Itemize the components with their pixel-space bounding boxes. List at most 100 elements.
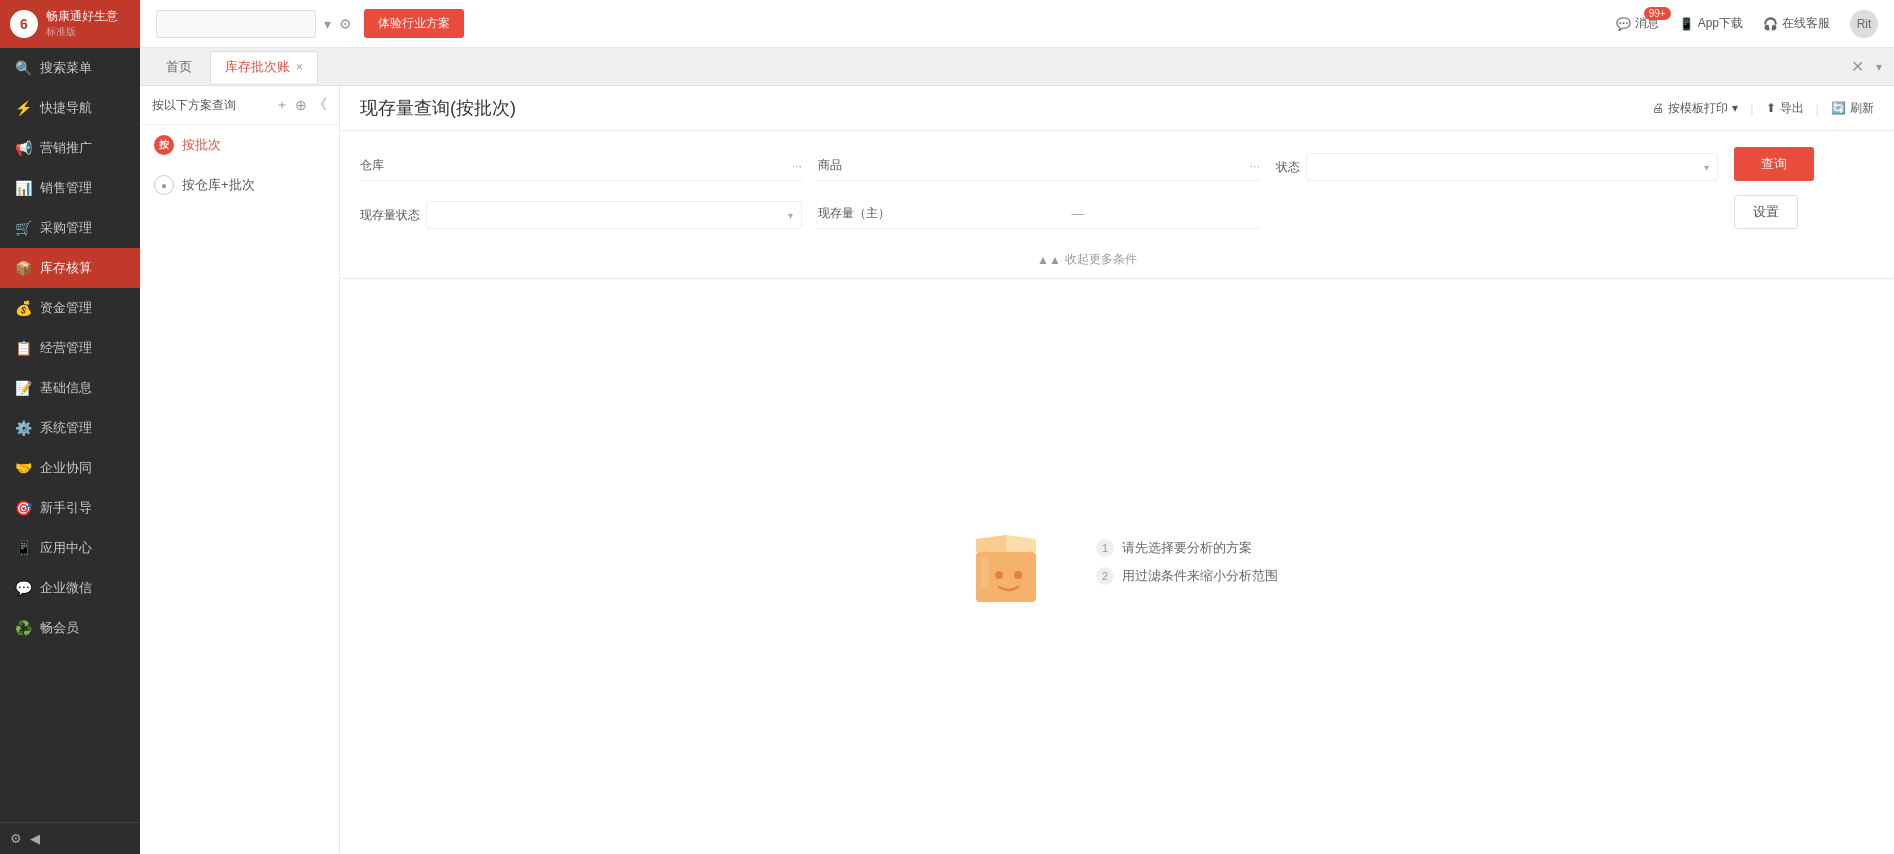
messages-icon: 💬 xyxy=(1616,17,1631,31)
sidebar-item-label: 新手引导 xyxy=(40,499,92,517)
user-avatar: Rit xyxy=(1850,10,1878,38)
sidebar-item-label: 畅会员 xyxy=(40,619,79,637)
sidebar-item-label: 经营管理 xyxy=(40,339,92,357)
tabbar: 首页 库存批次账 × ✕ ▾ xyxy=(140,48,1894,86)
tab-close-icon[interactable]: × xyxy=(296,60,303,74)
sidebar-item-system[interactable]: ⚙️ 系统管理 xyxy=(0,408,140,448)
app-logo: 6 xyxy=(10,10,38,38)
purchase-icon: 🛒 xyxy=(14,220,32,236)
sidebar-item-wechat[interactable]: 💬 企业微信 xyxy=(0,568,140,608)
page-title: 现存量查询(按批次) xyxy=(360,96,516,120)
tab-inventory-batch[interactable]: 库存批次账 × xyxy=(210,51,318,83)
vip-icon: ♻️ xyxy=(14,620,32,636)
sidebar-item-label: 应用中心 xyxy=(40,539,92,557)
empty-box-svg xyxy=(961,517,1061,617)
sidebar-item-purchase[interactable]: 🛒 采购管理 xyxy=(0,208,140,248)
app-download-button[interactable]: 📱 App下载 xyxy=(1679,15,1743,32)
export-button[interactable]: ⬆ 导出 xyxy=(1766,100,1804,117)
tip-number-2: 2 xyxy=(1096,567,1114,585)
page-content-area: 按以下方案查询 ＋ ⊕ 《 按 按批次 ● 按仓库+批次 现存量查询(按批次) xyxy=(140,86,1894,854)
sidebar-item-newbie[interactable]: 🎯 新手引导 xyxy=(0,488,140,528)
tab-panel-close-icon[interactable]: ✕ xyxy=(1851,57,1864,76)
basic-icon: 📝 xyxy=(14,380,32,396)
warehouse-filter-input[interactable] xyxy=(390,159,786,173)
topbar-dropdown-icon[interactable]: ▾ xyxy=(324,16,331,32)
status-select-arrow-icon: ▾ xyxy=(1704,162,1709,173)
inventory-qty-from-input[interactable] xyxy=(896,207,1066,221)
action-divider-1: | xyxy=(1750,101,1753,116)
print-dropdown-icon[interactable]: ▾ xyxy=(1732,101,1738,115)
collapse-label: 收起更多条件 xyxy=(1065,251,1137,268)
scheme-item-batch[interactable]: 按 按批次 xyxy=(140,125,339,165)
sidebar-item-enterprise[interactable]: 🤝 企业协同 xyxy=(0,448,140,488)
sidebar-item-vip[interactable]: ♻️ 畅会员 xyxy=(0,608,140,648)
print-template-button[interactable]: 🖨 按模板打印 ▾ xyxy=(1652,100,1738,117)
topbar-search-input[interactable] xyxy=(156,10,316,38)
search-menu-icon: 🔍 xyxy=(14,60,32,76)
customer-service-label: 在线客服 xyxy=(1782,15,1830,32)
tip-text-2: 用过滤条件来缩小分析范围 xyxy=(1122,567,1278,585)
add-scheme-icon[interactable]: ＋ xyxy=(275,96,289,114)
export-icon: ⬆ xyxy=(1766,101,1776,115)
settings-button[interactable]: 设置 xyxy=(1734,195,1798,229)
refresh-label: 刷新 xyxy=(1850,100,1874,117)
refresh-icon: 🔄 xyxy=(1831,101,1846,115)
sidebar-item-basic[interactable]: 📝 基础信息 xyxy=(0,368,140,408)
messages-button[interactable]: 💬 消息 99+ xyxy=(1616,15,1659,32)
query-button[interactable]: 查询 xyxy=(1734,147,1814,181)
inventory-status-arrow-icon: ▾ xyxy=(788,210,793,221)
experience-button[interactable]: 体验行业方案 xyxy=(364,9,464,38)
scheme-icon-batch: 按 xyxy=(154,135,174,155)
collapse-up-icon: ▲▲ xyxy=(1037,253,1061,267)
empty-state: 1 请先选择要分析的方案 2 用过滤条件来缩小分析范围 xyxy=(340,279,1894,854)
customer-service-button[interactable]: 🎧 在线客服 xyxy=(1763,15,1830,32)
app-download-icon: 📱 xyxy=(1679,17,1694,31)
sidebar-item-apps[interactable]: 📱 应用中心 xyxy=(0,528,140,568)
tab-home[interactable]: 首页 xyxy=(152,52,206,82)
collapse-more-conditions-button[interactable]: ▲▲ 收起更多条件 xyxy=(1037,251,1137,268)
wechat-icon: 💬 xyxy=(14,580,32,596)
tab-more-icon[interactable]: ▾ xyxy=(1876,60,1882,74)
sidebar-item-label: 企业协同 xyxy=(40,459,92,477)
collapse-sidebar-button[interactable]: ◀ xyxy=(30,831,40,846)
sidebar-item-sales[interactable]: 📊 销售管理 xyxy=(0,168,140,208)
tip-item-2: 2 用过滤条件来缩小分析范围 xyxy=(1096,567,1278,585)
product-filter-input[interactable] xyxy=(848,159,1244,173)
sidebar-item-inventory[interactable]: 📦 库存核算 xyxy=(0,248,140,288)
product-dots-btn[interactable]: ··· xyxy=(1250,159,1260,173)
sidebar: 6 畅康通好生意 标准版 🔍 搜索菜单 ⚡ 快捷导航 📢 营销推广 📊 销售管理… xyxy=(0,0,140,854)
user-avatar-area[interactable]: Rit xyxy=(1850,10,1878,38)
scheme-settings-icon[interactable]: ⊕ xyxy=(295,97,307,113)
filter-schemes-panel: 按以下方案查询 ＋ ⊕ 《 按 按批次 ● 按仓库+批次 xyxy=(140,86,340,854)
right-content: 现存量查询(按批次) 🖨 按模板打印 ▾ | ⬆ 导出 | 🔄 xyxy=(340,86,1894,854)
apps-icon: 📱 xyxy=(14,540,32,556)
inventory-qty-label: 现存量（主） xyxy=(818,205,890,222)
inventory-status-select[interactable]: ▾ xyxy=(426,201,802,229)
empty-tips: 1 请先选择要分析的方案 2 用过滤条件来缩小分析范围 xyxy=(1096,539,1278,595)
sidebar-item-finance[interactable]: 💰 资金管理 xyxy=(0,288,140,328)
scheme-label-batch: 按批次 xyxy=(182,136,221,154)
sidebar-header: 6 畅康通好生意 标准版 xyxy=(0,0,140,48)
refresh-button[interactable]: 🔄 刷新 xyxy=(1831,100,1874,117)
sidebar-item-operations[interactable]: 📋 经营管理 xyxy=(0,328,140,368)
finance-icon: 💰 xyxy=(14,300,32,316)
settings-footer-button[interactable]: ⚙ xyxy=(10,831,22,846)
sidebar-item-label: 快捷导航 xyxy=(40,99,92,117)
sidebar-item-marketing[interactable]: 📢 营销推广 xyxy=(0,128,140,168)
scheme-item-warehouse-batch[interactable]: ● 按仓库+批次 xyxy=(140,165,339,205)
sidebar-item-quick-nav[interactable]: ⚡ 快捷导航 xyxy=(0,88,140,128)
sidebar-item-search[interactable]: 🔍 搜索菜单 xyxy=(0,48,140,88)
svg-marker-1 xyxy=(976,535,1006,552)
filter-panel-actions: ＋ ⊕ 《 xyxy=(275,96,327,114)
print-icon: 🖨 xyxy=(1652,101,1664,115)
print-label: 按模板打印 xyxy=(1668,100,1728,117)
inventory-qty-to-input[interactable] xyxy=(1091,207,1261,221)
warehouse-dots-btn[interactable]: ··· xyxy=(792,159,802,173)
svg-rect-3 xyxy=(981,557,989,587)
sidebar-item-label: 营销推广 xyxy=(40,139,92,157)
scheme-collapse-icon[interactable]: 《 xyxy=(313,96,327,114)
export-label: 导出 xyxy=(1780,100,1804,117)
sidebar-item-label: 资金管理 xyxy=(40,299,92,317)
topbar-gear-icon[interactable]: ⚙ xyxy=(339,16,352,32)
status-filter-select[interactable]: ▾ xyxy=(1306,153,1718,181)
